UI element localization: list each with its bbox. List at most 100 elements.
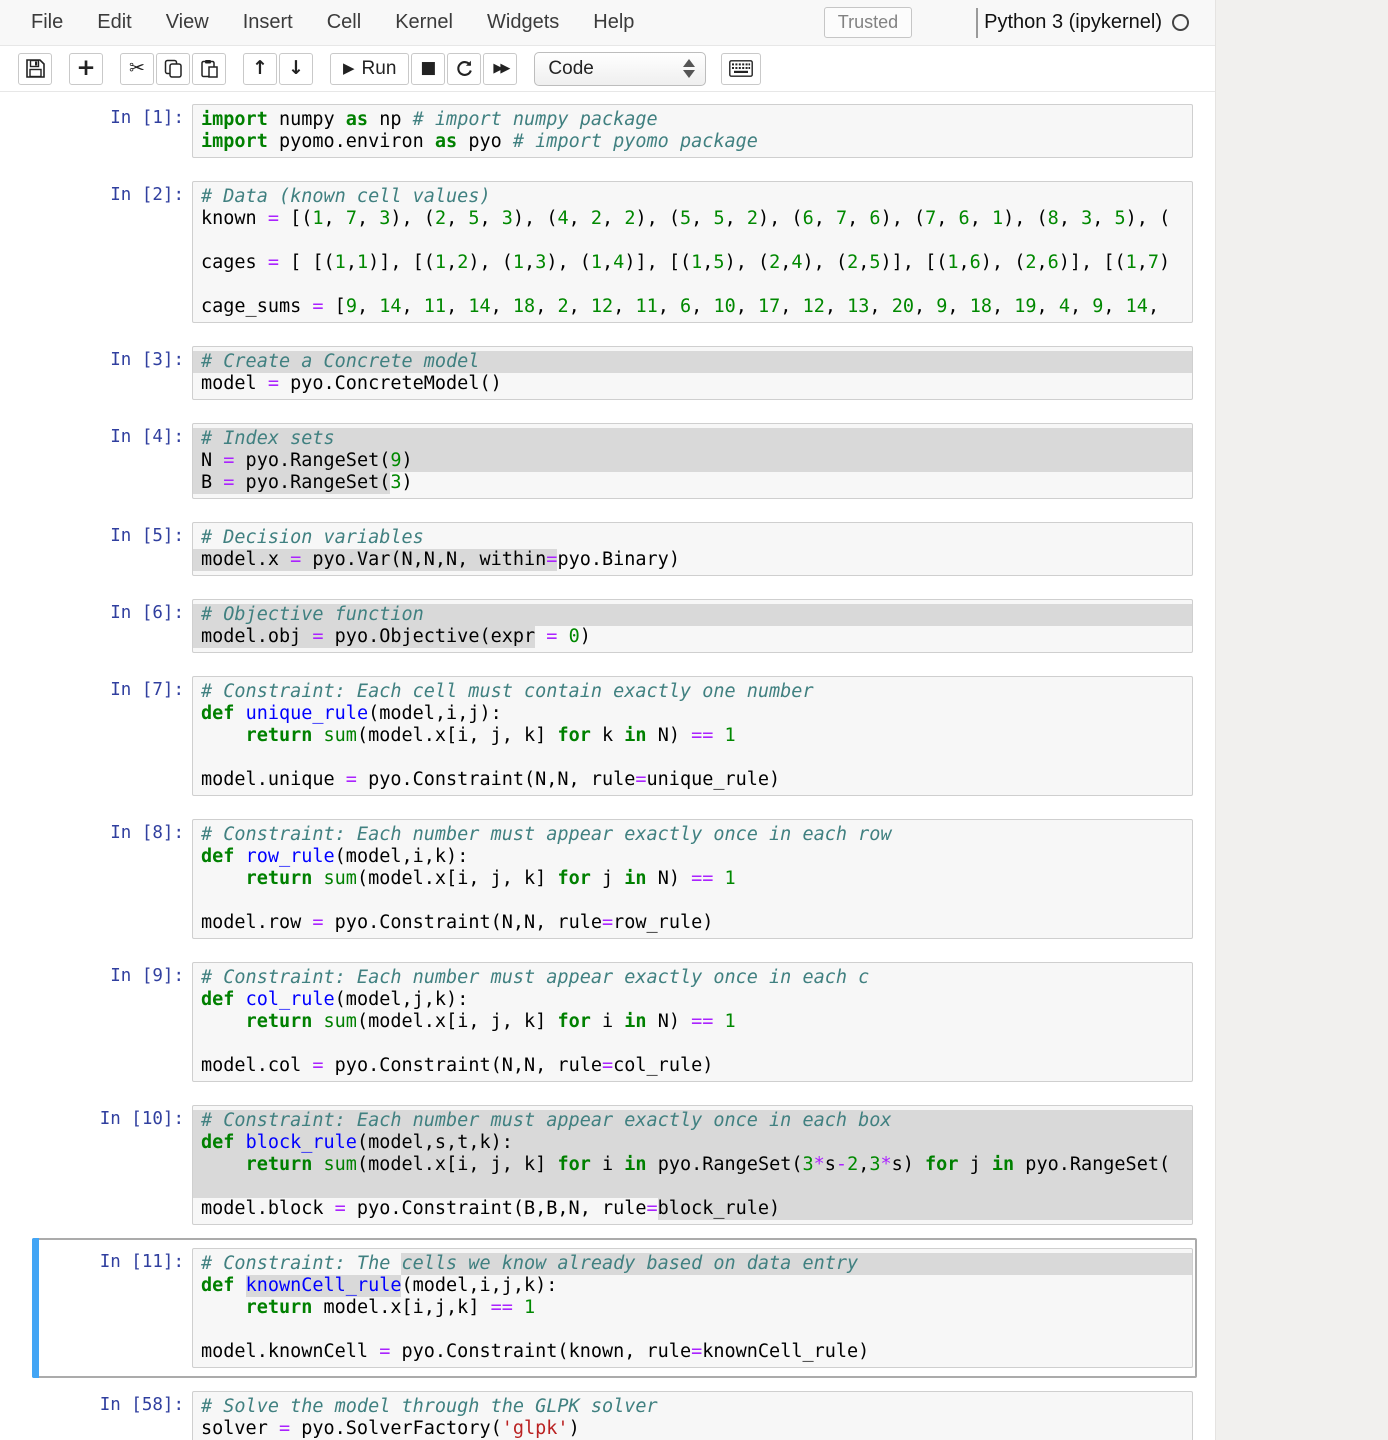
paste-icon [200, 59, 219, 78]
cell-prompt: In [4]: [110, 427, 184, 447]
kernel-name: Python 3 (ipykernel) [984, 11, 1162, 33]
cell-input[interactable]: # Constraint: Each cell must contain exa… [192, 676, 1193, 796]
arrow-down-icon: ↓ [288, 57, 304, 79]
code-cell[interactable]: In [9]: # Constraint: Each number must ap… [32, 952, 1197, 1092]
code-line: # Constraint: The cells we know already … [193, 1253, 1192, 1275]
copy-icon [164, 59, 183, 78]
cell-prompt: In [10]: [99, 1109, 184, 1129]
keyboard-shortcuts-button[interactable] [721, 52, 762, 85]
code-line: model.row = pyo.Constraint(N,N, rule=row… [201, 912, 714, 933]
save-button[interactable] [18, 52, 52, 85]
cell-prompt: In [3]: [110, 350, 184, 370]
cell-input[interactable]: import numpy as np # import numpy packag… [192, 104, 1193, 158]
cell-prompt: In [58]: [99, 1395, 184, 1415]
restart-icon [455, 59, 474, 78]
code-cell[interactable]: In [1]: import numpy as np # import numpy… [32, 94, 1197, 168]
code-cell[interactable]: In [10]: # Constraint: Each number must a… [32, 1095, 1197, 1235]
fast-forward-icon: ▶▶ [493, 61, 510, 76]
paste-cell-button[interactable] [192, 52, 226, 85]
code-line: # Create a Concrete model [193, 351, 1192, 373]
add-cell-button[interactable]: + [69, 52, 103, 85]
cell-type-select[interactable]: Code [534, 51, 707, 86]
menu-item-file[interactable]: File [14, 11, 80, 34]
menu-item-kernel[interactable]: Kernel [378, 11, 470, 34]
desktop-background [1215, 0, 1388, 1440]
trusted-badge[interactable]: Trusted [823, 7, 913, 38]
code-cell[interactable]: In [7]: # Constraint: Each cell must cont… [32, 666, 1197, 806]
fast-forward-button[interactable]: ▶▶ [483, 52, 518, 85]
cell-input[interactable]: # Decision variables model.x = pyo.Var(N,… [192, 522, 1193, 576]
stop-button[interactable]: ■ [411, 52, 446, 85]
menu-item-view[interactable]: View [149, 11, 226, 34]
cell-input[interactable]: # Objective function model.obj = pyo.Obje… [192, 599, 1193, 653]
code-line: # Constraint: Each number must appear ex… [193, 1110, 1192, 1132]
menu-item-widgets[interactable]: Widgets [470, 11, 576, 34]
cell-input[interactable]: # Constraint: Each number must appear ex… [192, 1105, 1193, 1225]
scissors-icon: ✂ [129, 57, 145, 79]
plus-icon: + [76, 55, 96, 81]
cell-input[interactable]: # Index sets N = pyo.RangeSet(9) B = pyo.R… [192, 423, 1193, 499]
code-line: model.unique = pyo.Constraint(N,N, rule=… [201, 769, 781, 790]
code-line: solver = pyo.SolverFactory('glpk') [201, 1418, 580, 1439]
arrow-up-icon: ↑ [252, 57, 268, 79]
cut-cell-button[interactable]: ✂ [120, 52, 154, 85]
run-button[interactable]: ▶ Run [330, 52, 410, 85]
cell-input[interactable]: # Constraint: Each number must appear ex… [192, 819, 1193, 939]
menu-item-cell[interactable]: Cell [310, 11, 378, 34]
notebook-window: File Edit View Insert Cell Kernel Widgets Help … [0, 0, 1215, 1440]
code-line: # Index sets [193, 428, 1192, 450]
jupyter-app: File Edit View Insert Cell Kernel Widgets Help … [0, 0, 1388, 1440]
cell-prompt: In [5]: [110, 526, 184, 546]
code-cell[interactable]: In [3]: # Create a Concrete model model = … [32, 336, 1197, 410]
code-cell[interactable]: In [4]: # Index sets N = pyo.RangeSet(9) B … [32, 413, 1197, 509]
restart-kernel-button[interactable] [447, 52, 482, 85]
menu-item-insert[interactable]: Insert [226, 11, 310, 34]
selection-highlight [193, 428, 1192, 450]
cell-prompt: In [11]: [99, 1252, 184, 1272]
code-line: return sum(model.x[i, j, k] for j in N) … [245, 868, 736, 889]
keyboard-icon [729, 60, 754, 77]
cell-input[interactable]: # Constraint: The cells we know already … [192, 1248, 1193, 1368]
menu-item-help[interactable]: Help [576, 11, 651, 34]
save-icon [25, 59, 45, 78]
code-line: def row_rule(model,i,k): [201, 846, 469, 867]
code-cell[interactable]: In [5]: # Decision variables model.x = pyo… [32, 512, 1197, 586]
code-line: return sum(model.x[i, j, k] for i in pyo… [193, 1154, 1192, 1176]
code-cell[interactable]: In [11]: # Constraint: The cells we know … [32, 1238, 1197, 1378]
move-up-button[interactable]: ↑ [243, 52, 277, 85]
code-line: known = [(1, 7, 3), (2, 5, 3), (4, 2, 2)… [201, 208, 1171, 229]
cell-input[interactable]: # Create a Concrete model model = pyo.Con… [192, 346, 1193, 400]
cell-type-value: Code [548, 57, 594, 79]
menu-item-edit[interactable]: Edit [80, 11, 148, 34]
code-line: cage_sums = [9, 14, 11, 14, 18, 2, 12, 1… [201, 296, 1160, 317]
code-cell[interactable]: In [58]: # Solve the model through the GL… [32, 1381, 1197, 1440]
run-label: Run [361, 57, 397, 79]
code-line: model.obj = pyo.Objective(expr = 0) [193, 626, 1192, 648]
cell-input[interactable]: # Data (known cell values) known = [(1, 7… [192, 181, 1193, 323]
copy-cell-button[interactable] [156, 52, 190, 85]
code-line: N = pyo.RangeSet(9) [193, 450, 1192, 472]
code-cell[interactable]: In [8]: # Constraint: Each number must ap… [32, 809, 1197, 949]
code-line: # Constraint: Each number must appear ex… [201, 824, 892, 845]
code-line: return model.x[i,j,k] == 1 [245, 1297, 536, 1318]
code-line: import pyomo.environ as pyo # import pyo… [201, 131, 758, 152]
code-cell[interactable]: In [6]: # Objective function model.obj = p… [32, 589, 1197, 663]
notebook-container: In [1]: import numpy as np # import numpy… [0, 92, 1215, 1440]
cell-prompt: In [2]: [110, 185, 184, 205]
menubar-right: Trusted Python 3 (ipykernel) [823, 7, 1215, 38]
move-down-button[interactable]: ↓ [279, 52, 313, 85]
code-line: model.x = pyo.Var(N,N,N, within=pyo.Bina… [193, 549, 1192, 571]
cell-input[interactable]: # Solve the model through the GLPK solve… [192, 1391, 1193, 1440]
cell-input[interactable]: # Constraint: Each number must appear ex… [192, 962, 1193, 1082]
selected-cell-bar [32, 1238, 39, 1378]
updown-arrows-icon [683, 59, 696, 78]
code-line: # Data (known cell values) [201, 186, 491, 207]
menubar: File Edit View Insert Cell Kernel Widgets Help … [0, 0, 1215, 46]
code-line: def block_rule(model,s,t,k): [193, 1132, 1192, 1154]
code-cell[interactable]: In [2]: # Data (known cell values) known =… [32, 171, 1197, 333]
code-line [193, 1176, 1192, 1198]
